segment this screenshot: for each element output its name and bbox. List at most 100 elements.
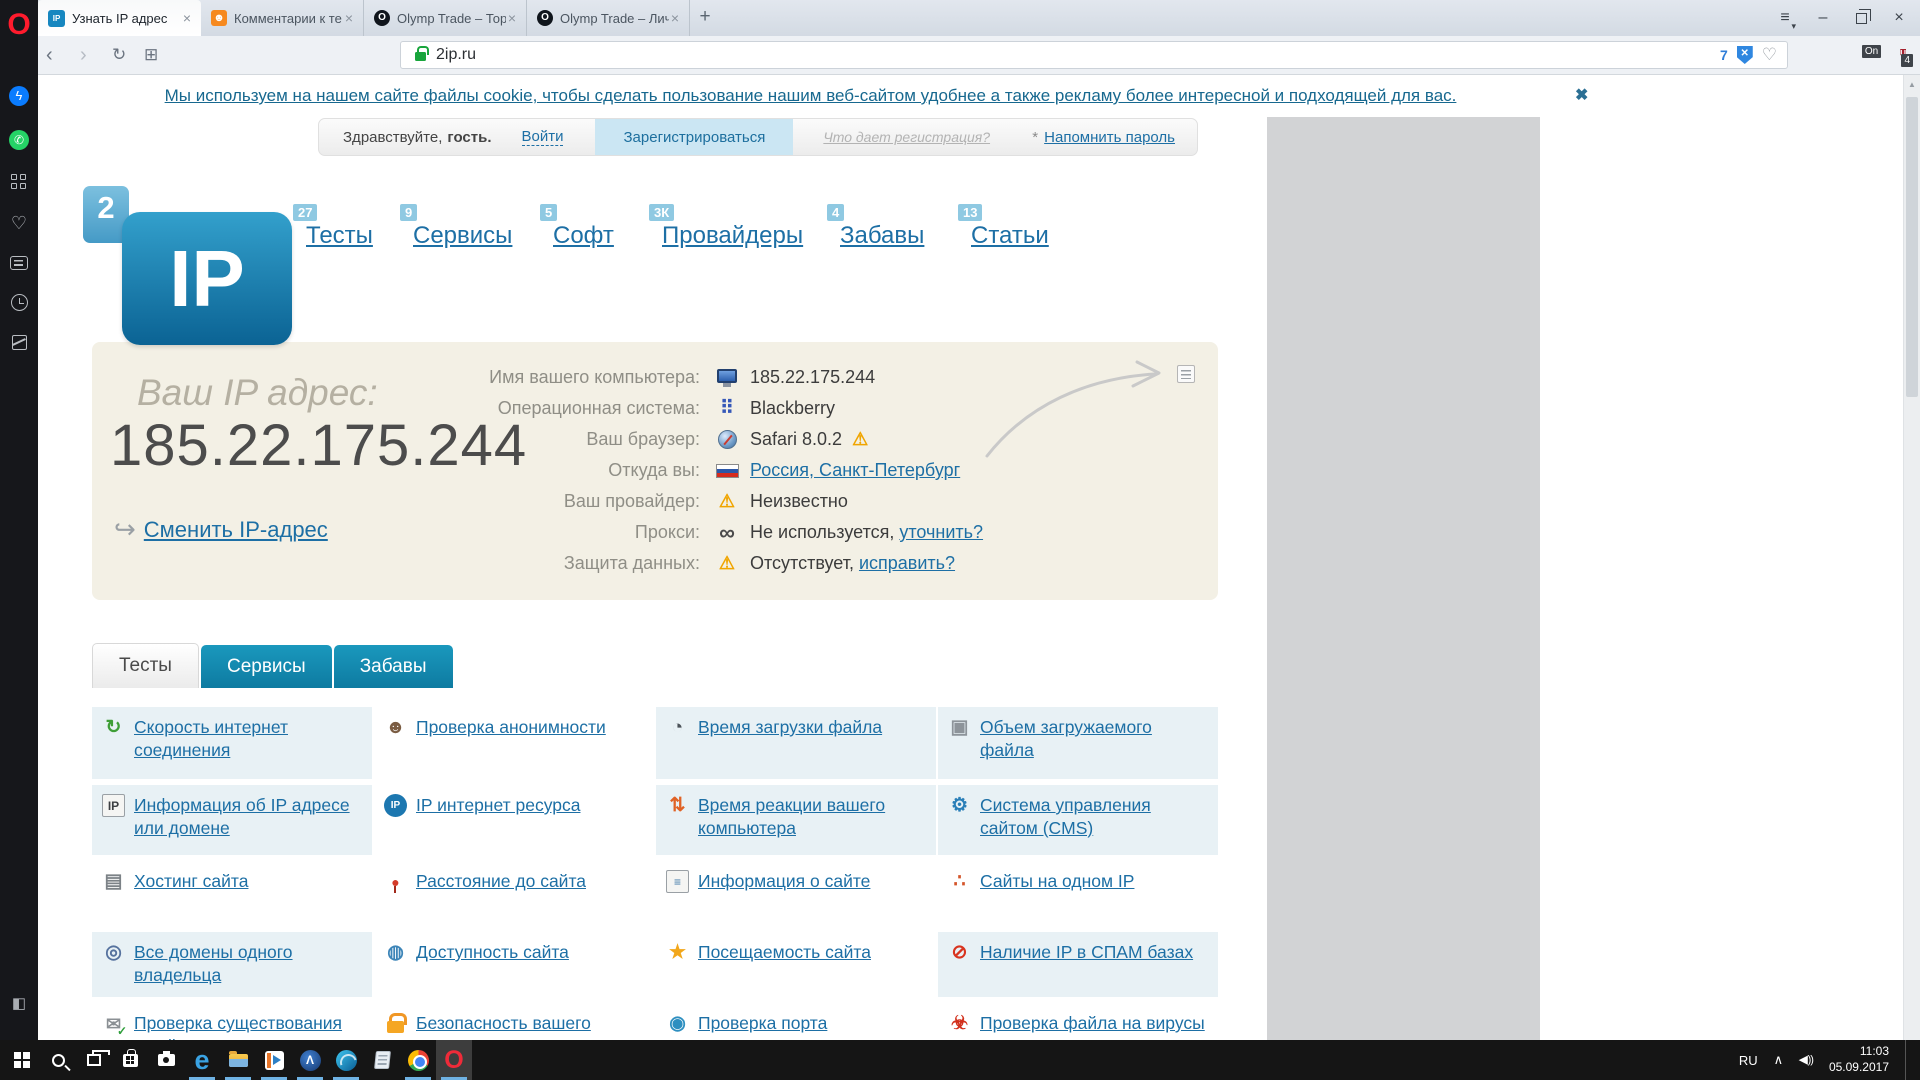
task-view-button[interactable] xyxy=(76,1040,112,1080)
windows-taskbar: e Λ O RU ∧ ◀)) 11:03 05.09.2017 xyxy=(0,1040,1920,1080)
nav-item-soft[interactable]: 5 Софт xyxy=(540,204,614,250)
speed-dial-grid-icon[interactable] xyxy=(11,174,27,190)
new-tab-button[interactable]: + xyxy=(690,0,720,36)
windows-logo-icon xyxy=(14,1052,30,1068)
test-link[interactable]: Информация об IP адресе или домене xyxy=(134,794,362,840)
remind-password-link[interactable]: Напомнить пароль xyxy=(1044,129,1175,146)
films-tv-icon xyxy=(264,1050,284,1070)
nav-item-providers[interactable]: 3К Провайдеры xyxy=(649,204,803,250)
messenger-icon[interactable]: ϟ xyxy=(9,86,29,106)
change-ip-link[interactable]: Сменить IP-адрес xyxy=(144,517,328,543)
register-button[interactable]: Зарегистрироваться xyxy=(595,119,794,155)
tab-close-icon[interactable]: × xyxy=(506,10,518,26)
restore-button[interactable] xyxy=(1846,3,1876,33)
test-link[interactable]: Информация о сайте xyxy=(698,870,870,893)
adblock-shield-icon[interactable]: ✕ xyxy=(1736,46,1753,64)
tab-menu-icon[interactable]: ≡ ▾ xyxy=(1770,3,1800,33)
nav-item-services[interactable]: 9 Сервисы xyxy=(400,204,512,250)
notepad-button[interactable] xyxy=(364,1040,400,1080)
personal-news-icon[interactable] xyxy=(10,256,28,270)
clock[interactable]: 11:03 05.09.2017 xyxy=(1829,1044,1889,1075)
url-text[interactable]: 2ip.ru xyxy=(436,46,476,64)
cookie-close-icon[interactable]: ✖ xyxy=(1575,85,1588,105)
nordvpn-button[interactable]: Λ xyxy=(292,1040,328,1080)
test-cell: ◎ Все домены одного владельца xyxy=(92,932,372,997)
register-info-link[interactable]: Что дает регистрация? xyxy=(823,129,990,145)
fix-protection-link[interactable]: исправить? xyxy=(859,553,955,574)
test-link[interactable]: Расстояние до сайта xyxy=(416,870,586,893)
store-button[interactable] xyxy=(112,1040,148,1080)
films-tv-button[interactable] xyxy=(256,1040,292,1080)
extensions-box-icon[interactable] xyxy=(11,335,27,350)
cookie-notice-link[interactable]: Мы используем на нашем сайте файлы cooki… xyxy=(165,86,1457,106)
camera-button[interactable] xyxy=(148,1040,184,1080)
test-link[interactable]: Проверка порта xyxy=(698,1012,827,1035)
whatsapp-icon[interactable]: ✆ xyxy=(9,130,29,150)
test-link[interactable]: Время реакции вашего компьютера xyxy=(698,794,926,840)
proxy-detail-link[interactable]: уточнить? xyxy=(899,522,983,543)
nav-item-tests[interactable]: 27 Тесты xyxy=(293,204,373,250)
test-link[interactable]: Наличие IP в СПАМ базах xyxy=(980,941,1193,964)
test-link[interactable]: Проверка анонимности xyxy=(416,716,606,739)
start-button[interactable] xyxy=(4,1040,40,1080)
sidebar-settings-icon[interactable]: ◧ xyxy=(0,994,38,1012)
tab-close-icon[interactable]: × xyxy=(181,10,193,26)
tab-close-icon[interactable]: × xyxy=(343,10,355,26)
close-window-button[interactable]: × xyxy=(1884,3,1914,33)
volume-icon[interactable]: ◀)) xyxy=(1799,1054,1814,1066)
login-link[interactable]: Войти xyxy=(521,128,564,146)
warning-icon: ⚠ xyxy=(852,429,869,449)
tab-title: Olymp Trade – Лич xyxy=(560,10,669,26)
scroll-up-icon[interactable]: ▲ xyxy=(1904,80,1920,89)
warning-icon: ⚠ xyxy=(718,491,736,511)
tab-olymp-trade-1[interactable]: O Olymp Trade – Тор × xyxy=(364,0,527,36)
tab-ok-comments[interactable]: ☻ Комментарии к те × xyxy=(201,0,364,36)
test-link[interactable]: Проверка файла на вирусы xyxy=(980,1012,1205,1035)
speed-dial-icon[interactable]: ⊞ xyxy=(144,42,158,68)
tab-title: Комментарии к те xyxy=(234,10,342,26)
logo-ip-tile[interactable]: IP xyxy=(122,212,292,345)
tab-services[interactable]: Сервисы xyxy=(200,645,332,688)
tab-tests[interactable]: Тесты xyxy=(92,643,199,688)
chrome-button[interactable] xyxy=(400,1040,436,1080)
globe-app-button[interactable] xyxy=(328,1040,364,1080)
location-link[interactable]: Россия, Санкт-Петербург xyxy=(750,460,960,481)
file-explorer-button[interactable] xyxy=(220,1040,256,1080)
show-desktop-button[interactable] xyxy=(1905,1040,1910,1080)
page-scrollbar[interactable]: ▲ xyxy=(1903,75,1920,1040)
tab-fun[interactable]: Забавы xyxy=(333,645,453,688)
test-link[interactable]: Объем загружаемого файла xyxy=(980,716,1208,762)
test-link[interactable]: Время загрузки файла xyxy=(698,716,882,739)
minimize-button[interactable]: – xyxy=(1808,3,1838,33)
test-link[interactable]: IP интернет ресурса xyxy=(416,794,580,817)
test-link[interactable]: Доступность сайта xyxy=(416,941,569,964)
search-button[interactable] xyxy=(40,1040,76,1080)
tab-olymp-trade-2[interactable]: O Olymp Trade – Лич × xyxy=(527,0,690,36)
2ip-favicon: IP xyxy=(48,9,65,27)
back-icon[interactable]: ‹ xyxy=(46,42,53,68)
tab-2ip[interactable]: IP Узнать IP адрес × xyxy=(38,0,201,36)
opera-button[interactable]: O xyxy=(436,1040,472,1080)
test-link[interactable]: Хостинг сайта xyxy=(134,870,248,893)
informer-note-icon[interactable] xyxy=(1177,365,1195,383)
tray-chevron-icon[interactable]: ∧ xyxy=(1774,1052,1784,1068)
bookmarks-heart-icon[interactable]: ♡ xyxy=(11,214,27,232)
test-link[interactable]: Сайты на одном IP xyxy=(980,870,1134,893)
opera-menu-icon[interactable]: O xyxy=(0,0,38,40)
address-bar[interactable]: 2ip.ru 7 ✕ ♡ xyxy=(400,41,1788,69)
nav-item-fun[interactable]: 4 Забавы xyxy=(827,204,924,250)
glasses-icon: ∞ xyxy=(719,519,735,545)
reload-icon[interactable]: ↻ xyxy=(112,42,126,68)
test-link[interactable]: Скорость интернет соединения xyxy=(134,716,362,762)
scrollbar-thumb[interactable] xyxy=(1906,97,1918,397)
forward-icon[interactable]: › xyxy=(80,42,87,68)
edge-button[interactable]: e xyxy=(184,1040,220,1080)
test-link[interactable]: Система управления сайтом (CMS) xyxy=(980,794,1208,840)
language-indicator[interactable]: RU xyxy=(1739,1053,1758,1068)
test-link[interactable]: Посещаемость сайта xyxy=(698,941,871,964)
nav-item-articles[interactable]: 13 Статьи xyxy=(958,204,1049,250)
bookmark-heart-icon[interactable]: ♡ xyxy=(1762,45,1777,65)
history-icon[interactable] xyxy=(10,294,28,311)
test-link[interactable]: Все домены одного владельца xyxy=(134,941,362,987)
tab-close-icon[interactable]: × xyxy=(669,10,681,26)
